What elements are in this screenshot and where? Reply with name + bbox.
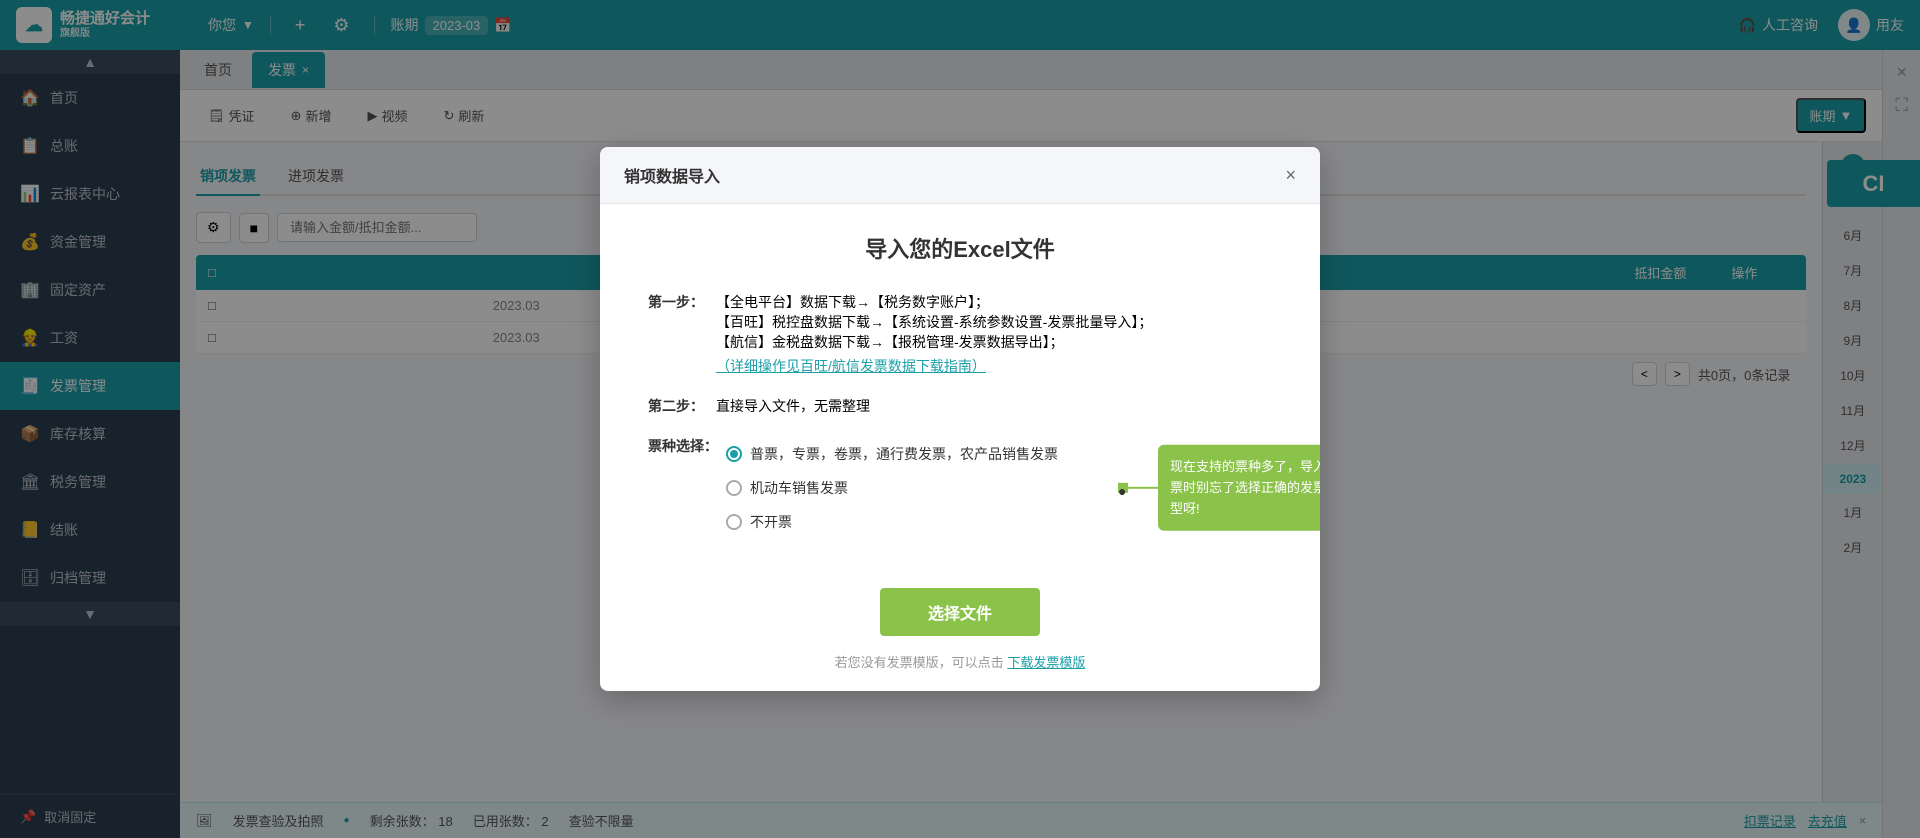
tooltip-container: ● 现在支持的票种多了，导入发票时别忘了选择正确的发票类型呀! ×: [1118, 445, 1320, 531]
step2-label: 第二步：: [648, 396, 708, 416]
step1-content: 【全电平台】数据下载→【税务数字账户】； 【百旺】税控盘数据下载→【系统设置-系…: [716, 292, 1152, 376]
step1-line3: 【航信】金税盘数据下载→【报税管理-发票数据导出】；: [716, 332, 1152, 352]
select-file-btn[interactable]: 选择文件: [880, 588, 1040, 636]
modal-header: 销项数据导入 ×: [600, 147, 1320, 204]
step1-line1: 【全电平台】数据下载→【税务数字账户】；: [716, 292, 1152, 312]
radio-circle-3: [726, 514, 742, 530]
radio-label-2: 机动车销售发票: [750, 478, 848, 498]
step2-content: 直接导入文件，无需整理: [716, 396, 870, 416]
tooltip-line: [1128, 487, 1158, 489]
step2-row: 第二步： 直接导入文件，无需整理: [648, 396, 1272, 416]
ticket-select-section: 票种选择： 普票，专票，卷票，通行费发票，农产品销售发票 机动车销售发票: [648, 436, 1272, 532]
radio-option-1[interactable]: 普票，专票，卷票，通行费发票，农产品销售发票: [726, 444, 1058, 464]
radio-circle-1: [726, 446, 742, 462]
radio-circle-2: [726, 480, 742, 496]
radio-group: 普票，专票，卷票，通行费发票，农产品销售发票 机动车销售发票 ● 现在支持的票种…: [726, 444, 1058, 532]
download-template-link[interactable]: 下载发票模版: [1007, 655, 1085, 670]
step1-line2: 【百旺】税控盘数据下载→【系统设置-系统参数设置-发票批量导入】；: [716, 312, 1152, 332]
radio-label-3: 不开票: [750, 512, 792, 532]
radio-dot-1: [730, 450, 738, 458]
modal-overlay: 销项数据导入 × 导入您的Excel文件 第一步： 【全电平台】数据下载→【税务…: [0, 0, 1920, 838]
download-tip: 若您没有发票模版，可以点击 下载发票模版: [624, 652, 1296, 671]
import-modal: 销项数据导入 × 导入您的Excel文件 第一步： 【全电平台】数据下载→【税务…: [600, 147, 1320, 691]
step1-row: 第一步： 【全电平台】数据下载→【税务数字账户】； 【百旺】税控盘数据下载→【系…: [648, 292, 1272, 376]
radio-option-3[interactable]: 不开票: [726, 512, 1058, 532]
modal-footer: 选择文件 若您没有发票模版，可以点击 下载发票模版: [600, 580, 1320, 691]
tooltip-dot: ●: [1118, 483, 1128, 493]
modal-main-title: 导入您的Excel文件: [648, 232, 1272, 264]
tooltip-text: 现在支持的票种多了，导入发票时别忘了选择正确的发票类型呀!: [1170, 459, 1320, 516]
step1-label: 第一步：: [648, 292, 708, 312]
modal-body: 导入您的Excel文件 第一步： 【全电平台】数据下载→【税务数字账户】； 【百…: [600, 204, 1320, 580]
modal-title: 销项数据导入: [624, 163, 720, 187]
radio-label-1: 普票，专票，卷票，通行费发票，农产品销售发票: [750, 444, 1058, 464]
ticket-row: 票种选择： 普票，专票，卷票，通行费发票，农产品销售发票 机动车销售发票: [648, 436, 1272, 532]
step1-guide-link[interactable]: （详细操作见百旺/航信发票数据下载指南）: [716, 358, 986, 374]
ticket-label: 票种选择：: [648, 436, 718, 456]
tooltip-bubble: 现在支持的票种多了，导入发票时别忘了选择正确的发票类型呀! ×: [1158, 445, 1320, 531]
step2-section: 第二步： 直接导入文件，无需整理: [648, 396, 1272, 416]
download-tip-text: 若您没有发票模版，可以点击: [835, 655, 1004, 670]
step1-section: 第一步： 【全电平台】数据下载→【税务数字账户】； 【百旺】税控盘数据下载→【系…: [648, 292, 1272, 376]
modal-close-btn[interactable]: ×: [1285, 165, 1296, 186]
radio-option-2[interactable]: 机动车销售发票 ● 现在支持的票种多了，导入发票时别忘了选择正确的发票类型呀! …: [726, 478, 1058, 498]
